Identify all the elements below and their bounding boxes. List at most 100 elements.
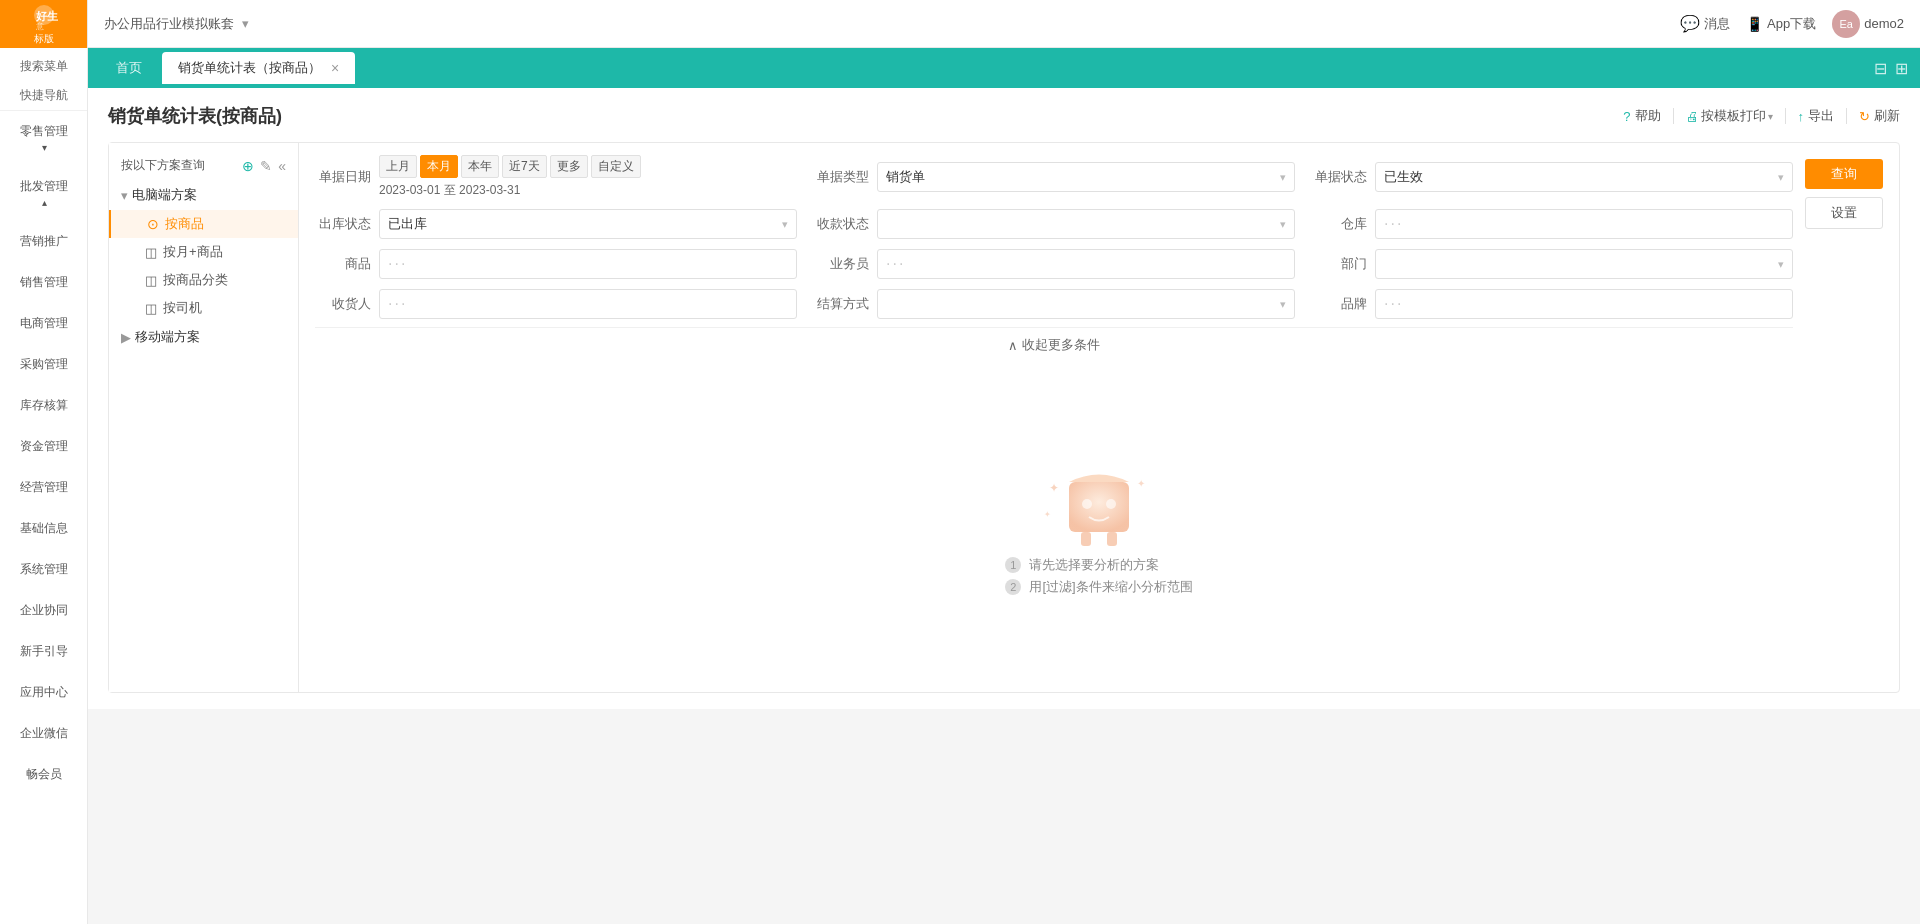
svg-rect-7 <box>1107 532 1117 546</box>
minimize-icon[interactable]: ⊟ <box>1874 59 1887 78</box>
warehouse-label: 仓库 <box>1311 215 1367 233</box>
btn-this-year[interactable]: 本年 <box>461 155 499 178</box>
tab-bar: 首页 销货单统计表（按商品） × ⊟ ⊞ <box>88 48 1920 88</box>
collapse-icon: ∧ <box>1008 338 1018 353</box>
add-scheme-btn[interactable]: ⊕ <box>242 158 254 174</box>
filter-brand: 品牌 ··· <box>1311 289 1793 319</box>
out-status-control[interactable]: 已出库 ▾ <box>379 209 797 239</box>
filter-row-4: 收货人 ··· 结算方式 <box>315 289 1793 319</box>
nav-wholesale-arrow: ▴ <box>42 197 47 208</box>
nav-retail-arrow: ▾ <box>42 142 47 153</box>
mobile-group-expand-icon: ▶ <box>121 330 131 345</box>
by-month-product-icon: ◫ <box>145 245 157 260</box>
btn-this-month[interactable]: 本月 <box>420 155 458 178</box>
receiver-placeholder: ··· <box>388 295 788 313</box>
tree-item-by-product-category[interactable]: ◫ 按商品分类 <box>109 266 298 294</box>
settings-button[interactable]: 设置 <box>1805 197 1883 229</box>
svg-point-5 <box>1106 499 1116 509</box>
nav-operation[interactable]: 经营管理 <box>0 467 87 508</box>
refresh-btn[interactable]: ↻ 刷新 <box>1859 107 1900 125</box>
settlement-control[interactable]: ▾ <box>877 289 1295 319</box>
nav-wholesale[interactable]: 批发管理 ▴ <box>0 166 87 221</box>
nav-sales-mgmt[interactable]: 销售管理 <box>0 262 87 303</box>
by-cashier-icon: ◫ <box>145 301 157 316</box>
bill-status-value: 已生效 <box>1384 168 1778 186</box>
tree-item-by-cashier[interactable]: ◫ 按司机 <box>109 294 298 322</box>
username: demo2 <box>1864 16 1904 31</box>
message-icon: 💬 <box>1680 14 1700 33</box>
nav-newbie[interactable]: 新手引导 <box>0 631 87 672</box>
nav-member[interactable]: 畅会员 <box>0 754 87 795</box>
brand-control[interactable]: ··· <box>1375 289 1793 319</box>
refresh-label: 刷新 <box>1874 107 1900 125</box>
content-area: 销货单统计表(按商品) ? 帮助 🖨 按模板打印 ▾ ↑ <box>88 88 1920 924</box>
quick-nav-item[interactable]: 快捷导航 <box>0 81 87 111</box>
warehouse-control[interactable]: ··· <box>1375 209 1793 239</box>
desktop-group[interactable]: ▾ 电脑端方案 <box>109 180 298 210</box>
product-control[interactable]: ··· <box>379 249 797 279</box>
bill-type-dropdown-icon: ▾ <box>1280 171 1286 184</box>
date-label: 单据日期 <box>315 168 371 186</box>
bill-type-control[interactable]: 销货单 ▾ <box>877 162 1295 192</box>
nav-member-label: 畅会员 <box>4 766 83 783</box>
btn-prev-month[interactable]: 上月 <box>379 155 417 178</box>
btn-more[interactable]: 更多 <box>550 155 588 178</box>
nav-marketing[interactable]: 营销推广 <box>0 221 87 262</box>
nav-app-center[interactable]: 应用中心 <box>0 672 87 713</box>
tab-close-btn[interactable]: × <box>331 60 339 76</box>
nav-finance[interactable]: 资金管理 <box>0 426 87 467</box>
by-month-product-label: 按月+商品 <box>163 243 223 261</box>
template-print-arrow[interactable]: ▾ <box>1768 111 1773 122</box>
product-label: 商品 <box>315 255 371 273</box>
settlement-dropdown-icon: ▾ <box>1280 298 1286 311</box>
salesperson-label: 业务员 <box>813 255 869 273</box>
query-button[interactable]: 查询 <box>1805 159 1883 189</box>
nav-ecommerce[interactable]: 电商管理 <box>0 303 87 344</box>
nav-system[interactable]: 系统管理 <box>0 549 87 590</box>
topbar-left: 办公用品行业模拟账套 ▾ <box>104 15 249 33</box>
btn-last7days[interactable]: 近7天 <box>502 155 547 178</box>
message-btn[interactable]: 💬 消息 <box>1680 14 1730 33</box>
nav-enterprise-wechat[interactable]: 企业微信 <box>0 713 87 754</box>
filter-row-2: 出库状态 已出库 ▾ 收款状态 <box>315 209 1793 239</box>
btn-custom[interactable]: 自定义 <box>591 155 641 178</box>
app-download-label: App下载 <box>1767 15 1816 33</box>
query-btn-area: 查询 设置 <box>1793 155 1883 229</box>
company-dropdown-icon[interactable]: ▾ <box>242 16 249 31</box>
edit-scheme-btn[interactable]: ✎ <box>260 158 272 174</box>
svg-rect-3 <box>1069 482 1129 532</box>
bill-status-control[interactable]: 已生效 ▾ <box>1375 162 1793 192</box>
tree-item-by-product[interactable]: ⊙ 按商品 <box>109 210 298 238</box>
nav-inventory[interactable]: 库存核算 <box>0 385 87 426</box>
window-controls: ⊟ ⊞ <box>1874 59 1908 78</box>
avatar: Ea <box>1832 10 1860 38</box>
tree-item-by-month-product[interactable]: ◫ 按月+商品 <box>109 238 298 266</box>
logo[interactable]: 好生 意 标版 <box>0 0 87 48</box>
collapse-bar[interactable]: ∧ 收起更多条件 <box>315 327 1793 362</box>
template-print-label: 按模板打印 <box>1701 107 1766 125</box>
nav-purchase[interactable]: 采购管理 <box>0 344 87 385</box>
nav-marketing-label: 营销推广 <box>4 233 83 250</box>
nav-enterprise[interactable]: 企业协同 <box>0 590 87 631</box>
export-btn[interactable]: ↑ 导出 <box>1798 107 1835 125</box>
app-download-btn[interactable]: 📱 App下载 <box>1746 15 1816 33</box>
department-control[interactable]: ▾ <box>1375 249 1793 279</box>
user-profile[interactable]: Ea demo2 <box>1832 10 1904 38</box>
maximize-icon[interactable]: ⊞ <box>1895 59 1908 78</box>
receiver-control[interactable]: ··· <box>379 289 797 319</box>
tab-sales-stat[interactable]: 销货单统计表（按商品） × <box>162 52 355 84</box>
nav-retail[interactable]: 零售管理 ▾ <box>0 111 87 166</box>
mobile-group[interactable]: ▶ 移动端方案 <box>109 322 298 352</box>
template-print-btn[interactable]: 🖨 按模板打印 ▾ <box>1686 107 1773 125</box>
salesperson-control[interactable]: ··· <box>877 249 1295 279</box>
payment-status-control[interactable]: ▾ <box>877 209 1295 239</box>
bill-type-label: 单据类型 <box>813 168 869 186</box>
svg-text:✦: ✦ <box>1137 478 1145 489</box>
help-btn[interactable]: ? 帮助 <box>1623 107 1660 125</box>
bill-status-label: 单据状态 <box>1311 168 1367 186</box>
tab-home[interactable]: 首页 <box>100 52 158 84</box>
search-menu-item[interactable]: 搜索菜单 <box>0 48 87 81</box>
collapse-panel-btn[interactable]: « <box>278 158 286 174</box>
filter-warehouse: 仓库 ··· <box>1311 209 1793 239</box>
nav-basic-info[interactable]: 基础信息 <box>0 508 87 549</box>
